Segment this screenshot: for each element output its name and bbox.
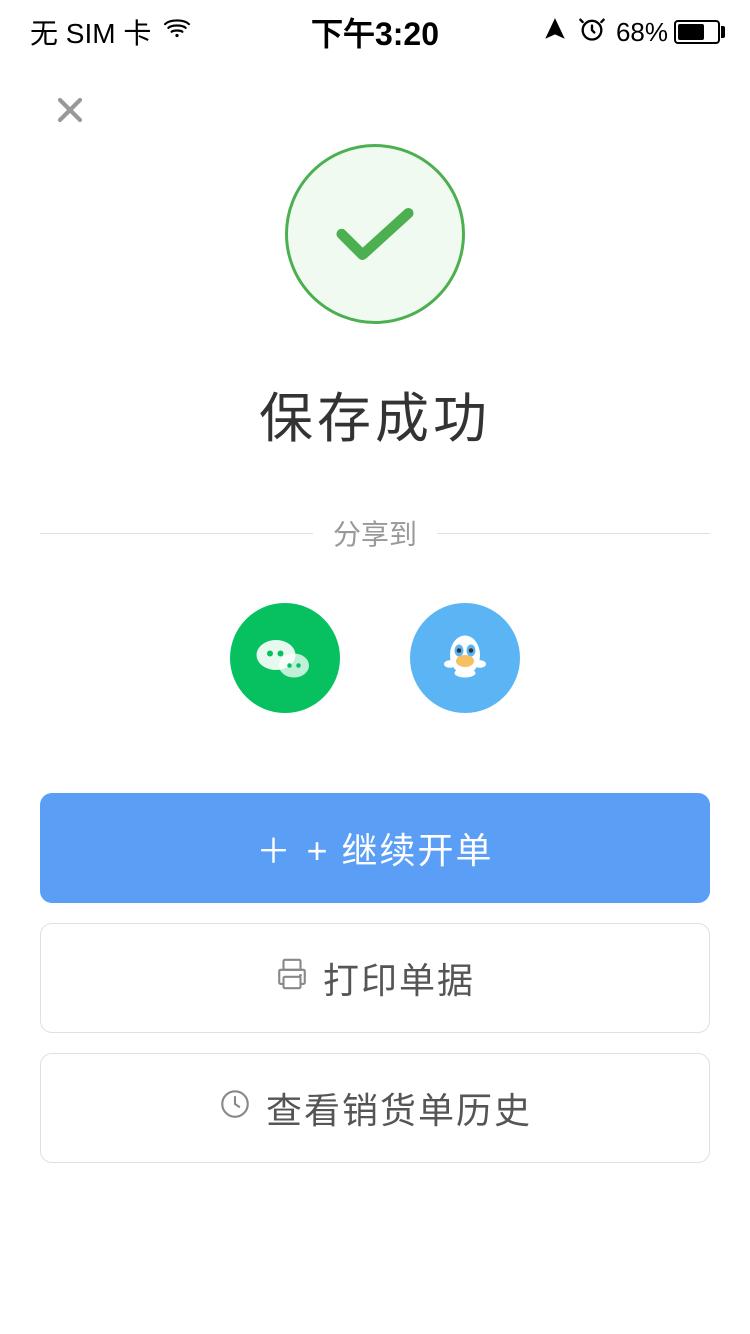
history-label: 查看销货单历史 <box>266 1082 532 1134</box>
battery-icon <box>674 20 720 44</box>
print-icon <box>275 957 309 1000</box>
continue-button[interactable]: ＋ + 继续开单 <box>40 793 710 903</box>
status-indicators: 68% <box>542 15 720 50</box>
share-wechat-button[interactable] <box>230 603 340 713</box>
carrier-text: 无 SIM 卡 <box>30 12 151 52</box>
share-divider: 分享到 <box>40 513 710 553</box>
status-time: 下午3:20 <box>311 9 439 55</box>
wechat-icon <box>230 603 340 713</box>
history-icon <box>218 1087 252 1130</box>
location-icon <box>542 16 568 49</box>
continue-icon: ＋ <box>256 824 292 873</box>
print-button[interactable]: 打印单据 <box>40 923 710 1033</box>
main-content: 保存成功 分享到 <box>0 64 750 1163</box>
share-label: 分享到 <box>333 513 417 553</box>
qq-icon <box>410 603 520 713</box>
success-circle <box>285 144 465 324</box>
share-qq-button[interactable] <box>410 603 520 713</box>
action-buttons: ＋ + 继续开单 打印单据 查看销货单历 <box>0 793 750 1163</box>
success-title: 保存成功 <box>259 374 491 453</box>
battery-indicator: 68% <box>616 17 720 48</box>
status-bar: 无 SIM 卡 下午3:20 68% <box>0 0 750 64</box>
battery-text: 68% <box>616 17 668 48</box>
wifi-icon <box>161 16 193 49</box>
share-icons <box>40 603 710 713</box>
status-carrier: 无 SIM 卡 <box>30 12 193 52</box>
share-section: 分享到 <box>0 513 750 713</box>
close-button[interactable] <box>40 80 100 140</box>
history-button[interactable]: 查看销货单历史 <box>40 1053 710 1163</box>
alarm-icon <box>578 15 606 50</box>
continue-label: + 继续开单 <box>306 822 493 874</box>
print-label: 打印单据 <box>323 952 475 1004</box>
